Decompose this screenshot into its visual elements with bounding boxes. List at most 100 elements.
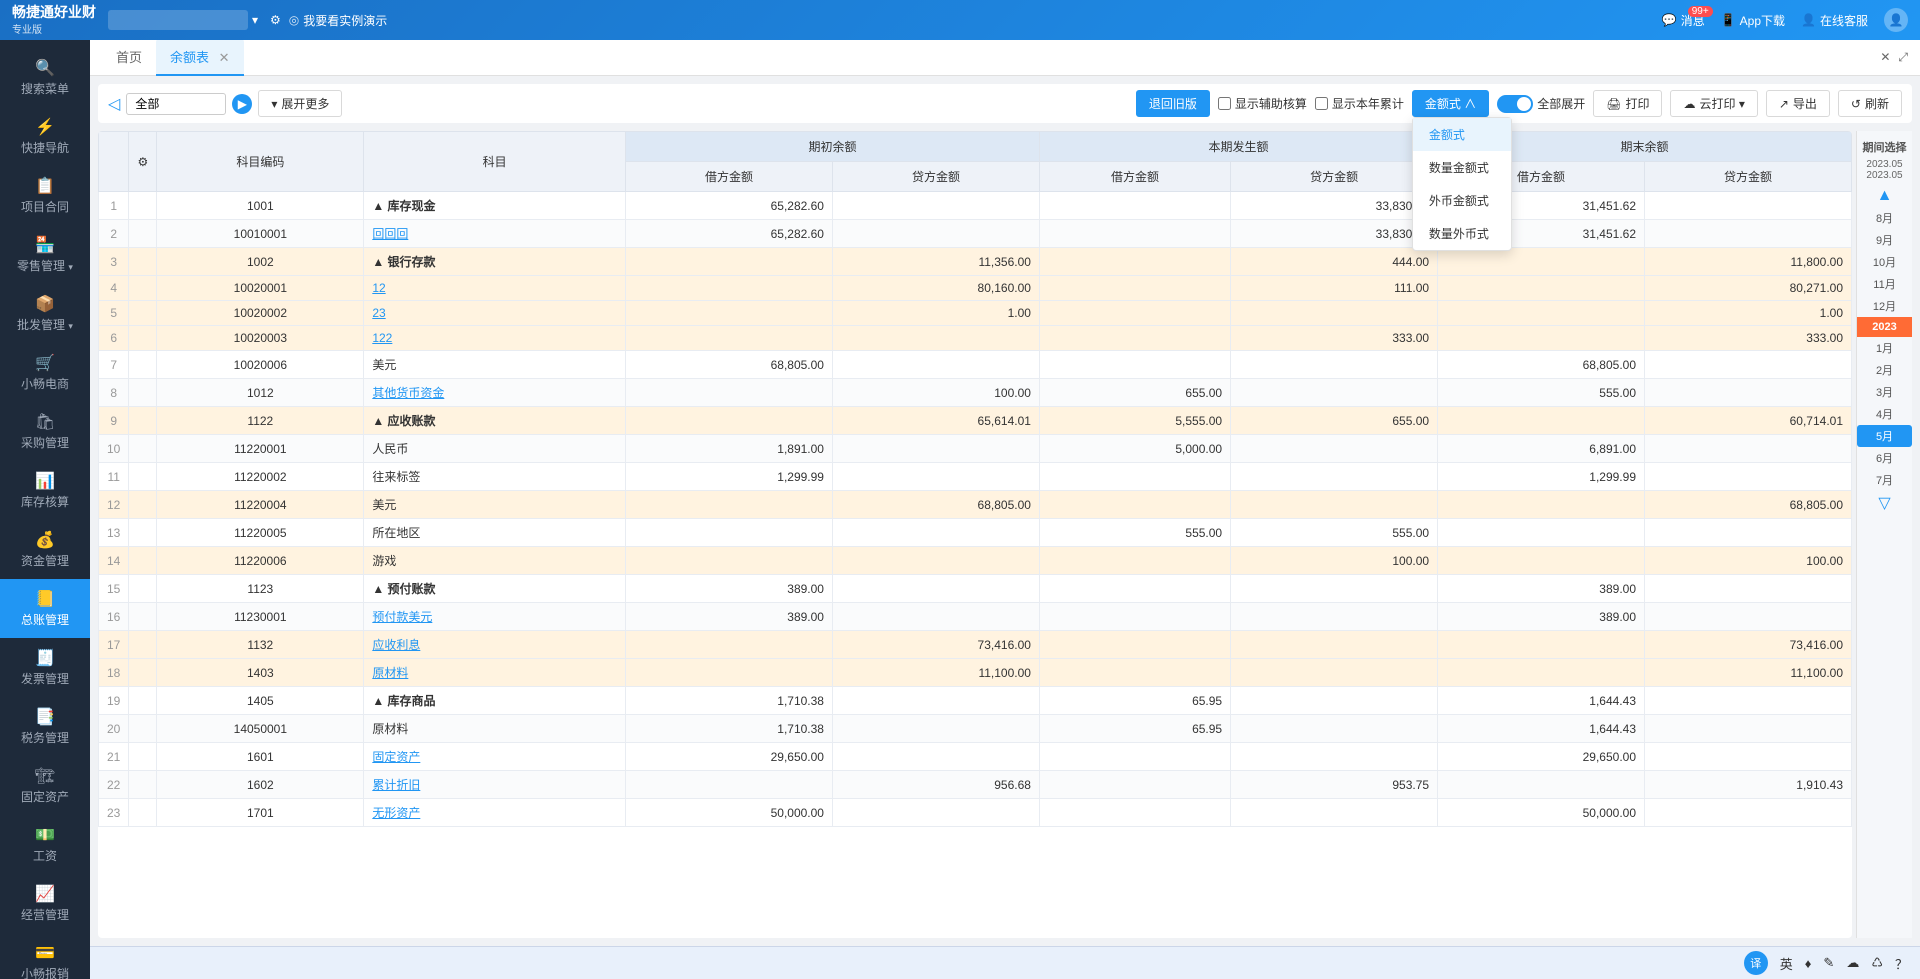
row-end-credit-cell [1645, 603, 1852, 631]
back-nav-icon[interactable]: ◁ [108, 94, 120, 114]
show-sub-checkbox[interactable] [1218, 97, 1231, 110]
window-maximize-icon[interactable]: ⤢ [1898, 50, 1908, 65]
row-end-credit-cell [1645, 192, 1852, 220]
sidebar-item-purchase[interactable]: 🛍 采购管理 [0, 402, 90, 461]
sidebar-item-ledger[interactable]: 📒 总账管理 [0, 579, 90, 638]
gear-icon[interactable]: ⚙ [270, 13, 281, 27]
show-year-checkbox[interactable] [1315, 97, 1328, 110]
bottom-cloud-icon[interactable]: ☁ [1846, 955, 1859, 971]
row-name-cell[interactable]: 应收利息 [364, 631, 626, 659]
sidebar-item-search[interactable]: 🔍 搜索菜单 [0, 48, 90, 107]
balance-table-wrap: ⚙ 科目编码 科目 期初余额 本期发生额 期末余额 借方金额 贷方金额 借方金额 [98, 131, 1852, 938]
mode-option-foreign-amount[interactable]: 外币金额式 [1413, 184, 1511, 217]
period-month-5[interactable]: 5月 [1857, 425, 1912, 447]
period-month-10[interactable]: 10月 [1857, 251, 1912, 273]
app-download-button[interactable]: 📱 App下载 [1721, 12, 1785, 29]
row-cur-debit-cell [1039, 301, 1230, 326]
period-month-8[interactable]: 8月 [1857, 207, 1912, 229]
bottom-help-icon[interactable]: ？ [1895, 954, 1908, 973]
forward-nav-icon[interactable]: ▶ [232, 94, 252, 114]
period-year-2023[interactable]: 2023 [1857, 317, 1912, 337]
show-sub-checkbox-label[interactable]: 显示辅助核算 [1218, 95, 1307, 112]
period-month-9[interactable]: 9月 [1857, 229, 1912, 251]
period-nav-up[interactable]: ▲ [1875, 185, 1895, 207]
sidebar-item-inventory[interactable]: 📊 库存核算 [0, 461, 90, 520]
salary-icon: 💵 [4, 825, 86, 845]
row-name-cell: 原材料 [364, 715, 626, 743]
sidebar-item-quicknav[interactable]: ⚡ 快捷导航 [0, 107, 90, 166]
online-service-button[interactable]: 👤 在线客服 [1801, 12, 1868, 29]
sidebar-item-funds[interactable]: 💰 资金管理 [0, 520, 90, 579]
sidebar-item-assets[interactable]: 🏗 固定资产 [0, 756, 90, 815]
mode-dropdown-button[interactable]: 金额式 ∧ [1412, 90, 1489, 117]
chevron-down-icon[interactable]: ▾ [252, 13, 258, 27]
sidebar-item-wholesale[interactable]: 📦 批发管理 ▾ [0, 284, 90, 343]
account-search-input[interactable] [126, 93, 226, 115]
row-cur-debit-cell [1039, 463, 1230, 491]
row-name-cell[interactable]: 固定资产 [364, 743, 626, 771]
cloud-print-button[interactable]: ☁ 云打印 ▾ [1670, 90, 1757, 117]
expand-more-button[interactable]: ▾ 展开更多 [258, 90, 342, 117]
row-name-cell[interactable]: 累计折旧 [364, 771, 626, 799]
notification-button[interactable]: 💬 消息 99+ [1662, 12, 1705, 29]
row-end-credit-cell: 73,416.00 [1645, 631, 1852, 659]
sidebar-item-retail[interactable]: 🏪 零售管理 ▾ [0, 225, 90, 284]
settings-header[interactable]: ⚙ [129, 132, 157, 192]
demo-link[interactable]: ◎ 我要看实例演示 [289, 12, 388, 29]
period-month-6[interactable]: 6月 [1857, 447, 1912, 469]
sidebar-item-salary[interactable]: 💵 工资 [0, 815, 90, 874]
table-row: 9 1122 ▲ 应收账款 65,614.01 5,555.00 655.00 … [99, 407, 1852, 435]
mode-option-quantity-amount[interactable]: 数量金额式 [1413, 151, 1511, 184]
period-month-1[interactable]: 1月 [1857, 337, 1912, 359]
show-year-checkbox-label[interactable]: 显示本年累计 [1315, 95, 1404, 112]
period-month-7[interactable]: 7月 [1857, 469, 1912, 491]
tab-close-balance[interactable]: ✕ [219, 50, 230, 65]
row-end-debit-cell: 6,891.00 [1438, 435, 1645, 463]
period-month-4[interactable]: 4月 [1857, 403, 1912, 425]
mode-option-amount[interactable]: 金额式 [1413, 118, 1511, 151]
bottom-sync-icon[interactable]: ♺ [1871, 955, 1883, 971]
row-open-debit-cell: 50,000.00 [626, 799, 833, 827]
row-name-cell[interactable]: 原材料 [364, 659, 626, 687]
sidebar-item-invoice[interactable]: 🧾 发票管理 [0, 638, 90, 697]
logo: 畅捷通好业财 专业版 [12, 4, 96, 36]
row-name-cell[interactable]: 23 [364, 301, 626, 326]
row-name-cell[interactable]: 预付款美元 [364, 603, 626, 631]
row-cur-debit-cell: 555.00 [1039, 519, 1230, 547]
refresh-button[interactable]: ↺ 刷新 [1838, 90, 1902, 117]
tab-balance[interactable]: 余额表 ✕ [156, 40, 244, 76]
sidebar-item-ecommerce[interactable]: 🛒 小畅电商 [0, 343, 90, 402]
period-month-11[interactable]: 11月 [1857, 273, 1912, 295]
period-month-12[interactable]: 12月 [1857, 295, 1912, 317]
row-settings-cell [129, 771, 157, 799]
bottom-edit-icon[interactable]: ✎ [1823, 955, 1834, 971]
open-credit-header: 贷方金额 [832, 162, 1039, 192]
bottom-lang-button[interactable]: 英 [1780, 954, 1793, 973]
row-name-cell[interactable]: 回回回 [364, 220, 626, 248]
sidebar-item-contract[interactable]: 📋 项目合同 [0, 166, 90, 225]
mode-option-quantity-foreign[interactable]: 数量外币式 [1413, 217, 1511, 250]
expand-all-toggle[interactable] [1497, 95, 1533, 113]
row-name-cell[interactable]: 其他货币资金 [364, 379, 626, 407]
row-name-cell[interactable]: 无形资产 [364, 799, 626, 827]
row-name-cell[interactable]: 122 [364, 326, 626, 351]
wholesale-icon: 📦 [4, 294, 86, 314]
back-old-version-button[interactable]: 退回旧版 [1136, 90, 1210, 117]
row-open-debit-cell [626, 491, 833, 519]
period-month-3[interactable]: 3月 [1857, 381, 1912, 403]
search-input[interactable] [108, 10, 248, 30]
period-month-2[interactable]: 2月 [1857, 359, 1912, 381]
window-minimize-icon[interactable]: ✕ [1880, 50, 1890, 65]
sidebar-item-tax[interactable]: 📑 税务管理 [0, 697, 90, 756]
bottom-translate-button[interactable]: 译 [1744, 951, 1768, 975]
period-nav-down[interactable]: ▽ [1876, 491, 1892, 515]
export-button[interactable]: ↗ 导出 [1766, 90, 1830, 117]
sidebar-item-management[interactable]: 📈 经营管理 [0, 874, 90, 933]
row-open-debit-cell: 29,650.00 [626, 743, 833, 771]
user-avatar[interactable]: 👤 [1884, 8, 1908, 32]
row-name-cell[interactable]: 12 [364, 276, 626, 301]
sidebar-item-expense[interactable]: 💳 小畅报销 [0, 933, 90, 979]
print-button[interactable]: 🖨 打印 [1593, 90, 1662, 117]
tab-home[interactable]: 首页 [102, 40, 156, 76]
row-end-credit-cell [1645, 519, 1852, 547]
